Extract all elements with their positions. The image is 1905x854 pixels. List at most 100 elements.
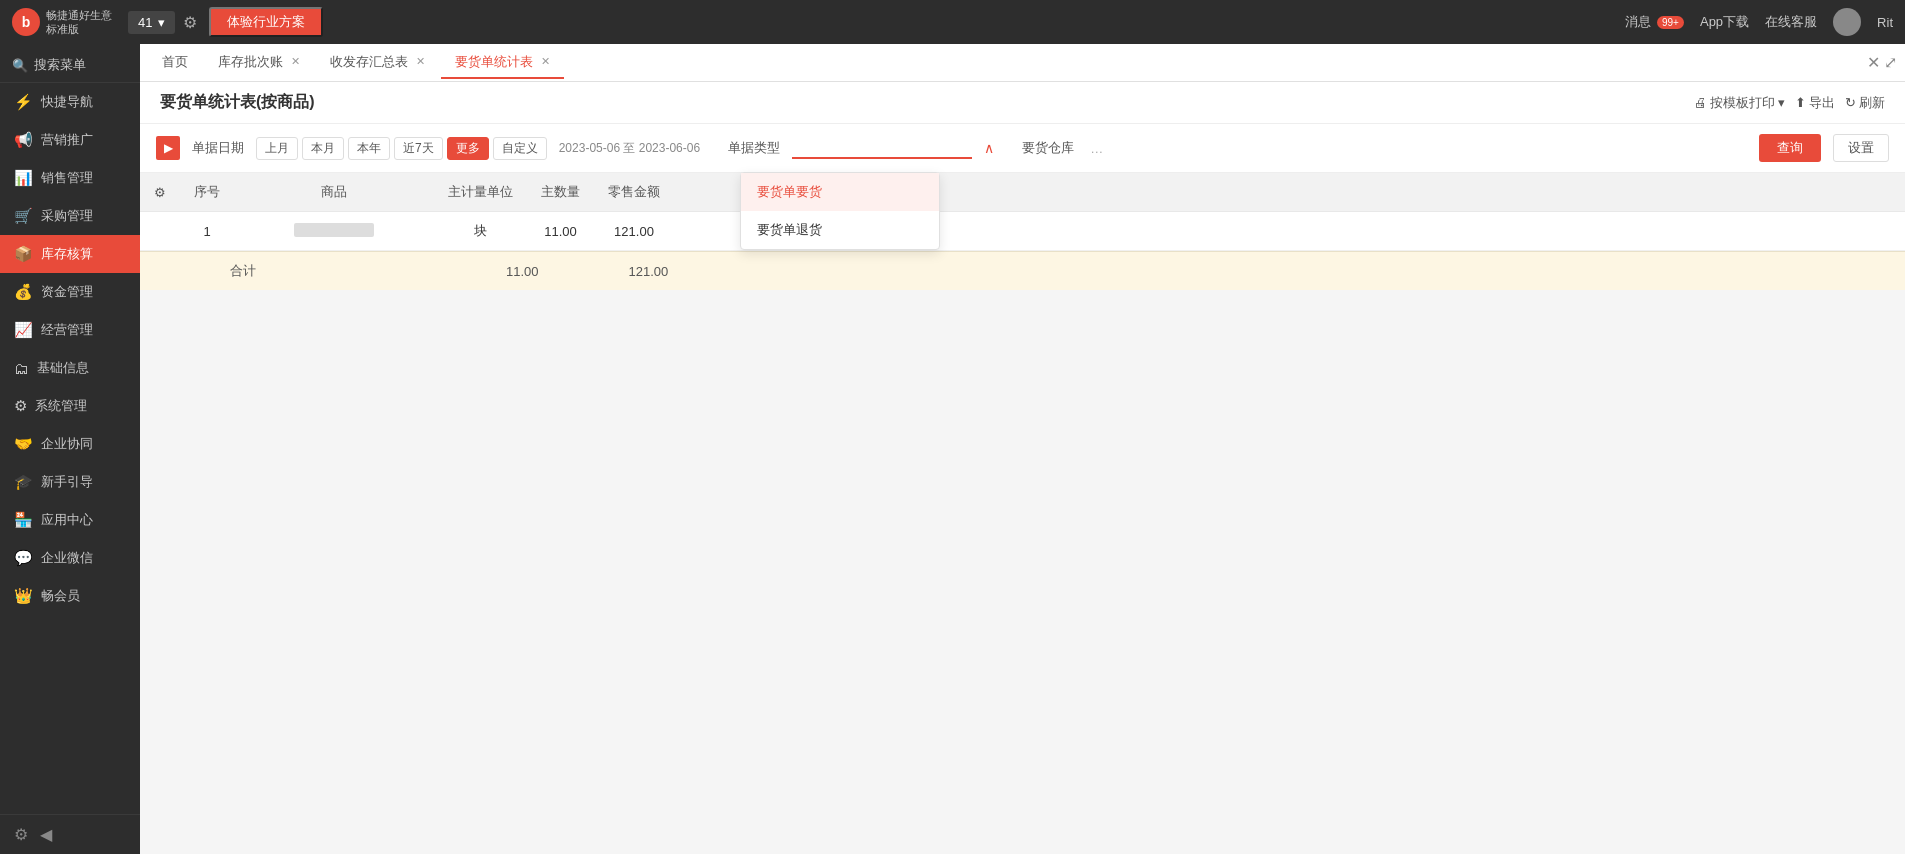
date-range: 2023-05-06 至 2023-06-06	[559, 140, 700, 157]
sidebar-bottom: ⚙ ◀	[0, 814, 140, 854]
query-button[interactable]: 查询	[1759, 134, 1821, 162]
tab-bar: 首页 库存批次账 ✕ 收发存汇总表 ✕ 要货单统计表 ✕ ✕ ⤢	[140, 44, 1905, 82]
tab-order-stats[interactable]: 要货单统计表 ✕	[441, 47, 564, 79]
sidebar-item-enterprise[interactable]: 🤝 企业协同	[0, 425, 140, 463]
filter-expand-btn[interactable]: ▶	[156, 136, 180, 160]
sidebar-item-marketing[interactable]: 📢 营销推广	[0, 121, 140, 159]
tab-shipper-summary[interactable]: 收发存汇总表 ✕	[316, 47, 439, 79]
tab-bar-right: ✕ ⤢	[1867, 53, 1897, 72]
sidebar-collapse-icon[interactable]: ◀	[40, 825, 52, 844]
warehouse-label: 要货仓库	[1022, 139, 1074, 157]
tab-order-close[interactable]: ✕	[541, 55, 550, 68]
logo: b 畅捷通好生意 标准版	[12, 8, 112, 37]
page-content: 要货单统计表(按商品) 🖨 按模板打印 ▾ ⬆ 导出 ↻ 刷新	[140, 82, 1905, 854]
col-header-settings[interactable]: ⚙	[140, 173, 180, 212]
app-link[interactable]: App下载	[1700, 13, 1749, 31]
enterprise-icon: 🤝	[14, 435, 33, 453]
sidebar-item-label: 库存核算	[41, 245, 93, 263]
sidebar-item-inventory[interactable]: 📦 库存核算	[0, 235, 140, 273]
table-row: 1 块 11.00 121.00	[140, 212, 1905, 251]
sidebar-item-label: 销售管理	[41, 169, 93, 187]
setup-button[interactable]: 设置	[1833, 134, 1889, 162]
row-settings	[140, 212, 180, 251]
sidebar-item-label: 企业微信	[41, 549, 93, 567]
sidebar-settings-icon[interactable]: ⚙	[14, 825, 28, 844]
wechat-icon: 💬	[14, 549, 33, 567]
page-actions: 🖨 按模板打印 ▾ ⬆ 导出 ↻ 刷新	[1694, 94, 1885, 112]
sidebar-item-basic[interactable]: 🗂 基础信息	[0, 349, 140, 387]
sidebar-item-quick-nav[interactable]: ⚡ 快捷导航	[0, 83, 140, 121]
warehouse-ellipsis-icon[interactable]: …	[1090, 141, 1103, 156]
content-area: 首页 库存批次账 ✕ 收发存汇总表 ✕ 要货单统计表 ✕ ✕ ⤢ 要	[140, 44, 1905, 854]
table-wrapper: ⚙ 序号 商品 主计量单位 主数量 零售金额	[140, 173, 1905, 251]
type-dropdown: 要货单要货 要货单退货	[740, 172, 940, 250]
finance-icon: 💰	[14, 283, 33, 301]
sidebar-item-label: 新手引导	[41, 473, 93, 491]
user-name: Rit	[1877, 15, 1893, 30]
sales-icon: 📊	[14, 169, 33, 187]
row-unit: 块	[434, 212, 527, 251]
tab-batch-close[interactable]: ✕	[291, 55, 300, 68]
dropdown-item-order-goods[interactable]: 要货单要货	[741, 173, 939, 211]
print-action[interactable]: 🖨 按模板打印 ▾	[1694, 94, 1785, 112]
sidebar-item-operations[interactable]: 📈 经营管理	[0, 311, 140, 349]
date-btn-last7[interactable]: 近7天	[394, 137, 443, 160]
gear-icon[interactable]: ⚙	[183, 13, 197, 32]
basic-icon: 🗂	[14, 360, 29, 377]
sidebar-item-label: 快捷导航	[41, 93, 93, 111]
type-caret-icon[interactable]: ∧	[984, 140, 994, 156]
refresh-action[interactable]: ↻ 刷新	[1845, 94, 1885, 112]
print-chevron: ▾	[1778, 95, 1785, 110]
avatar[interactable]	[1833, 8, 1861, 36]
search-label: 搜索菜单	[34, 56, 86, 74]
sidebar-item-purchase[interactable]: 🛒 采购管理	[0, 197, 140, 235]
quick-nav-icon: ⚡	[14, 93, 33, 111]
sidebar-item-appstore[interactable]: 🏪 应用中心	[0, 501, 140, 539]
print-label: 按模板打印	[1710, 94, 1775, 112]
topbar-selector[interactable]: 41 ▾	[128, 11, 175, 34]
date-btn-this-year[interactable]: 本年	[348, 137, 390, 160]
sidebar-item-system[interactable]: ⚙ 系统管理	[0, 387, 140, 425]
date-btn-this-month[interactable]: 本月	[302, 137, 344, 160]
message-link[interactable]: 消息 99+	[1625, 13, 1684, 31]
tab-close-all-icon[interactable]: ✕	[1867, 53, 1880, 72]
page-title: 要货单统计表(按商品)	[160, 92, 315, 113]
sidebar-item-label: 经营管理	[41, 321, 93, 339]
sidebar-item-label: 营销推广	[41, 131, 93, 149]
tab-order-label: 要货单统计表	[455, 53, 533, 71]
dropdown-item-order-return[interactable]: 要货单退货	[741, 211, 939, 249]
date-btn-more[interactable]: 更多	[447, 137, 489, 160]
sidebar-item-label: 基础信息	[37, 359, 89, 377]
operations-icon: 📈	[14, 321, 33, 339]
type-input[interactable]	[792, 138, 972, 159]
row-index: 1	[180, 212, 234, 251]
export-action[interactable]: ⬆ 导出	[1795, 94, 1835, 112]
sidebar-item-finance[interactable]: 💰 资金管理	[0, 273, 140, 311]
filter-date-btns: 上月 本月 本年 近7天 更多 自定义	[256, 137, 547, 160]
sidebar-item-member[interactable]: 👑 畅会员	[0, 577, 140, 615]
sidebar-search[interactable]: 🔍 搜索菜单	[0, 48, 140, 83]
sidebar: 🔍 搜索菜单 ⚡ 快捷导航 📢 营销推广 📊 销售管理 🛒 采购管理 📦 库存核…	[0, 44, 140, 854]
service-link[interactable]: 在线客服	[1765, 13, 1817, 31]
tab-batch-account[interactable]: 库存批次账 ✕	[204, 47, 314, 79]
date-btn-up-half[interactable]: 上月	[256, 137, 298, 160]
inventory-icon: 📦	[14, 245, 33, 263]
sidebar-item-label: 系统管理	[35, 397, 87, 415]
col-header-index: 序号	[180, 173, 234, 212]
topbar-right: 消息 99+ App下载 在线客服 Rit	[1625, 8, 1893, 36]
sidebar-item-sales[interactable]: 📊 销售管理	[0, 159, 140, 197]
tab-shipper-label: 收发存汇总表	[330, 53, 408, 71]
date-btn-custom[interactable]: 自定义	[493, 137, 547, 160]
tab-expand-icon[interactable]: ⤢	[1884, 53, 1897, 72]
main-layout: 🔍 搜索菜单 ⚡ 快捷导航 📢 营销推广 📊 销售管理 🛒 采购管理 📦 库存核…	[0, 44, 1905, 854]
system-icon: ⚙	[14, 397, 27, 415]
topbar-tabs: 41 ▾ ⚙ 体验行业方案	[128, 7, 1625, 37]
sidebar-item-wechat[interactable]: 💬 企业微信	[0, 539, 140, 577]
sidebar-item-guide[interactable]: 🎓 新手引导	[0, 463, 140, 501]
search-icon: 🔍	[12, 58, 28, 73]
tab-shipper-close[interactable]: ✕	[416, 55, 425, 68]
trial-btn[interactable]: 体验行业方案	[209, 7, 323, 37]
print-icon: 🖨	[1694, 95, 1707, 110]
tab-home[interactable]: 首页	[148, 47, 202, 79]
date-label: 单据日期	[192, 139, 244, 157]
